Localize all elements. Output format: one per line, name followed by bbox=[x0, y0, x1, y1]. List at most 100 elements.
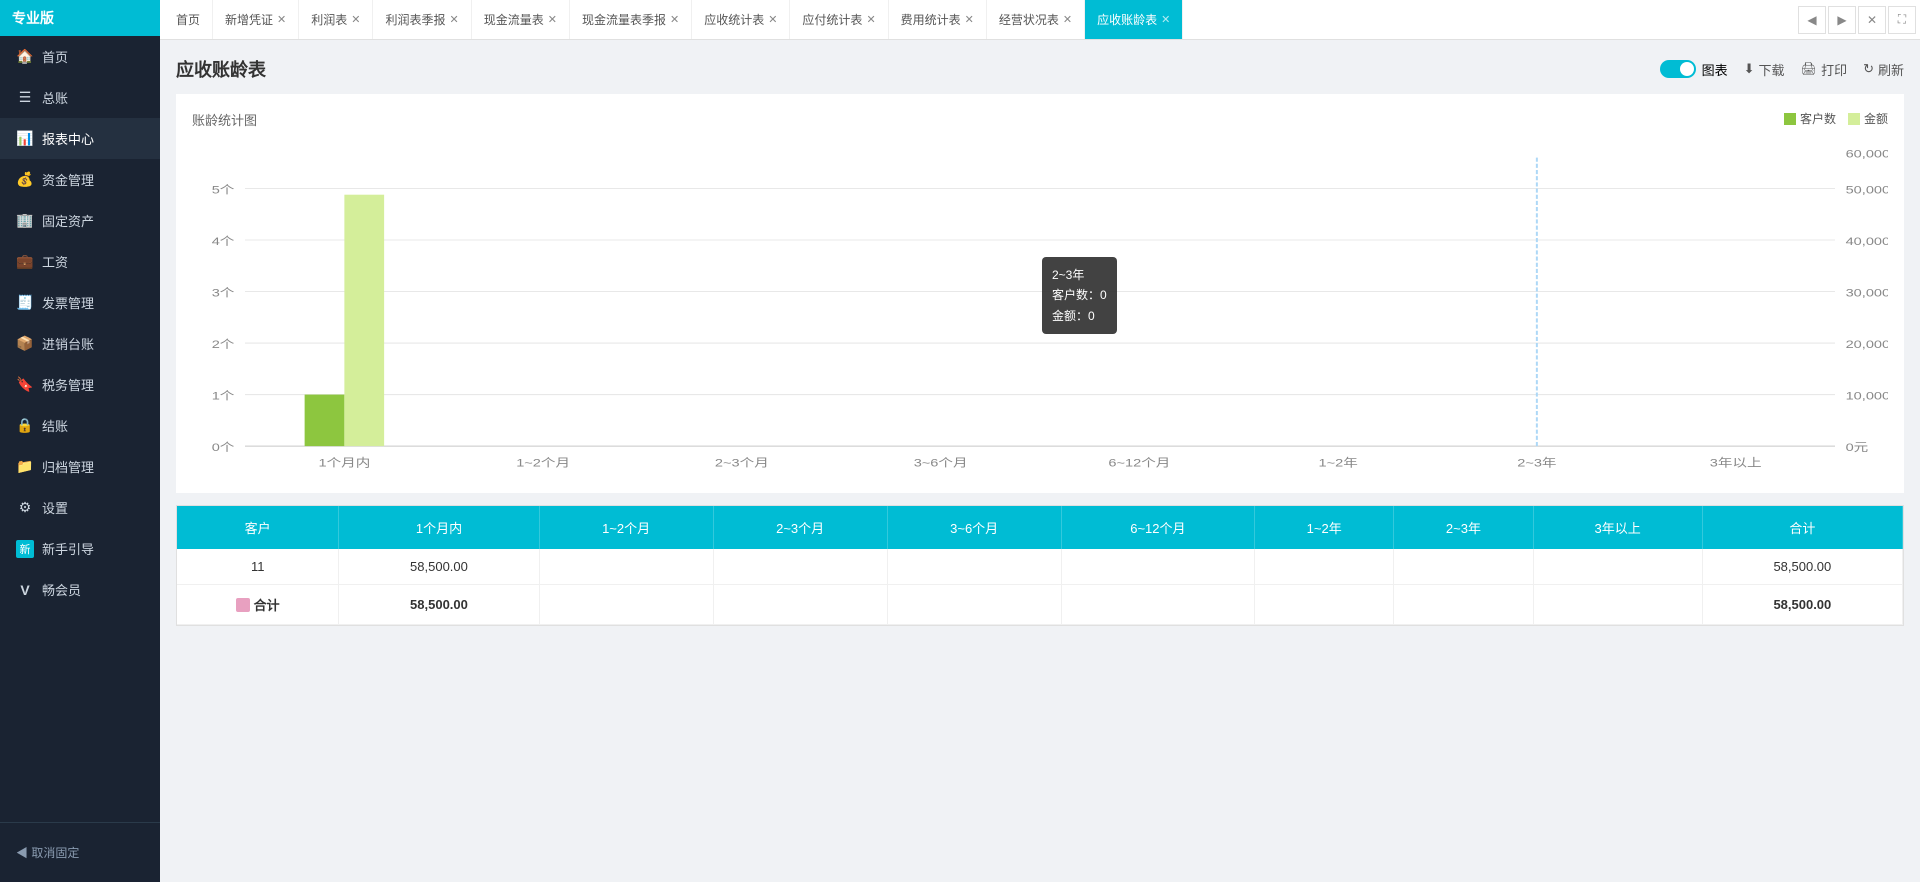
chart-toggle[interactable]: 图表 bbox=[1660, 60, 1728, 79]
sidebar-item-guide[interactable]: 新 新手引导 bbox=[0, 528, 160, 569]
svg-text:1个月内: 1个月内 bbox=[318, 456, 370, 469]
svg-text:5个: 5个 bbox=[212, 183, 235, 196]
svg-text:50,000.00元: 50,000.00元 bbox=[1846, 183, 1888, 196]
tab-aging-label: 应收账龄表 bbox=[1097, 11, 1157, 28]
sidebar-item-archive[interactable]: 📁 归档管理 bbox=[0, 446, 160, 487]
sidebar-item-assets[interactable]: 🏢 固定资产 bbox=[0, 200, 160, 241]
sidebar-item-tax[interactable]: 🔖 税务管理 bbox=[0, 364, 160, 405]
svg-text:2个: 2个 bbox=[212, 338, 235, 351]
tab-next-button[interactable]: ▶ bbox=[1828, 6, 1856, 34]
tab-close-button[interactable]: ✕ bbox=[1858, 6, 1886, 34]
tab-receivable-stats-close[interactable]: ✕ bbox=[768, 13, 777, 26]
tab-voucher-label: 新增凭证 bbox=[225, 11, 273, 28]
tab-receivable-stats[interactable]: 应收统计表 ✕ bbox=[692, 0, 790, 40]
tab-cashflow-quarterly-close[interactable]: ✕ bbox=[670, 13, 679, 26]
svg-text:40,000.00元: 40,000.00元 bbox=[1846, 235, 1888, 248]
tab-aging[interactable]: 应收账龄表 ✕ bbox=[1085, 0, 1183, 40]
reports-icon: 📊 bbox=[16, 130, 34, 147]
unpin-sidebar-button[interactable]: ◀ 取消固定 bbox=[0, 833, 160, 872]
tab-prev-button[interactable]: ◀ bbox=[1798, 6, 1826, 34]
cell-y3plus bbox=[1533, 549, 1702, 585]
tab-cashflow-label: 现金流量表 bbox=[484, 11, 544, 28]
sidebar-item-settings[interactable]: ⚙ 设置 bbox=[0, 487, 160, 528]
tab-business-status-close[interactable]: ✕ bbox=[1063, 13, 1072, 26]
svg-text:0个: 0个 bbox=[212, 441, 235, 454]
ledger-icon: ☰ bbox=[16, 89, 34, 106]
funds-icon: 💰 bbox=[16, 171, 34, 188]
tab-business-status-label: 经营状况表 bbox=[999, 11, 1059, 28]
tab-payable-stats[interactable]: 应付统计表 ✕ bbox=[790, 0, 888, 40]
page-title: 应收账龄表 bbox=[176, 56, 266, 82]
payroll-icon: 💼 bbox=[16, 253, 34, 270]
sidebar-item-close[interactable]: 🔒 结账 bbox=[0, 405, 160, 446]
sidebar-item-ledger[interactable]: ☰ 总账 bbox=[0, 77, 160, 118]
print-button[interactable]: 🖨 打印 bbox=[1801, 60, 1848, 79]
total-y1-2 bbox=[1255, 585, 1394, 625]
svg-text:3年以上: 3年以上 bbox=[1710, 456, 1762, 469]
total-m1: 58,500.00 bbox=[339, 585, 539, 625]
legend-amount: 金额 bbox=[1848, 110, 1888, 127]
cell-y2-3 bbox=[1394, 549, 1533, 585]
col-m1-2: 1~2个月 bbox=[539, 506, 713, 549]
content-area: 应收账龄表 图表 ⬇ 下载 🖨 打印 ↻ 刷新 bbox=[160, 40, 1920, 882]
tab-bar: 首页 新增凭证 ✕ 利润表 ✕ 利润表季报 ✕ 现金流量表 ✕ 现金流量表季报 … bbox=[160, 0, 1920, 40]
aging-table: 客户 1个月内 1~2个月 2~3个月 3~6个月 6~12个月 1~2年 2~… bbox=[177, 506, 1903, 625]
svg-text:2~3年: 2~3年 bbox=[1517, 456, 1556, 469]
col-y2-3: 2~3年 bbox=[1394, 506, 1533, 549]
svg-text:0元: 0元 bbox=[1846, 441, 1869, 454]
tab-cashflow-close[interactable]: ✕ bbox=[548, 13, 557, 26]
tab-profit-close[interactable]: ✕ bbox=[351, 13, 360, 26]
svg-text:1个: 1个 bbox=[212, 389, 235, 402]
download-button[interactable]: ⬇ 下载 bbox=[1744, 60, 1785, 79]
cell-m3-6 bbox=[887, 549, 1061, 585]
sidebar-label-tax: 税务管理 bbox=[42, 375, 94, 394]
sidebar-label-home: 首页 bbox=[42, 47, 68, 66]
sidebar-item-inventory[interactable]: 📦 进销台账 bbox=[0, 323, 160, 364]
total-m6-12 bbox=[1061, 585, 1254, 625]
legend-dot-customer bbox=[1784, 113, 1796, 125]
tab-voucher-close[interactable]: ✕ bbox=[277, 13, 286, 26]
toggle-track[interactable] bbox=[1660, 60, 1696, 78]
toggle-label: 图表 bbox=[1702, 60, 1728, 79]
svg-text:10,000.00元: 10,000.00元 bbox=[1846, 389, 1888, 402]
svg-text:20,000.00元: 20,000.00元 bbox=[1846, 338, 1888, 351]
sidebar-label-ledger: 总账 bbox=[42, 88, 68, 107]
col-customer: 客户 bbox=[177, 506, 339, 549]
tab-expense-stats-close[interactable]: ✕ bbox=[965, 13, 974, 26]
total-m2-3 bbox=[713, 585, 887, 625]
tab-expand-button[interactable]: ⛶ bbox=[1888, 6, 1916, 34]
tab-profit-quarterly-label: 利润表季报 bbox=[385, 11, 445, 28]
tab-profit[interactable]: 利润表 ✕ bbox=[299, 0, 373, 40]
sidebar-item-reports[interactable]: 📊 报表中心 bbox=[0, 118, 160, 159]
print-label: 打印 bbox=[1821, 60, 1847, 79]
chart-title: 账龄统计图 bbox=[192, 110, 1888, 129]
tab-profit-label: 利润表 bbox=[311, 11, 347, 28]
chart-svg: 0个 1个 2个 3个 4个 5个 0元 10,000.00元 20,000.0… bbox=[192, 137, 1888, 477]
cell-m1: 58,500.00 bbox=[339, 549, 539, 585]
tab-receivable-stats-label: 应收统计表 bbox=[704, 11, 764, 28]
tab-voucher[interactable]: 新增凭证 ✕ bbox=[213, 0, 299, 40]
page-actions: 图表 ⬇ 下载 🖨 打印 ↻ 刷新 bbox=[1660, 60, 1904, 79]
cell-customer: 11 bbox=[177, 549, 339, 585]
sidebar-item-invoices[interactable]: 🧾 发票管理 bbox=[0, 282, 160, 323]
col-m6-12: 6~12个月 bbox=[1061, 506, 1254, 549]
total-m3-6 bbox=[887, 585, 1061, 625]
sidebar-item-funds[interactable]: 💰 资金管理 bbox=[0, 159, 160, 200]
tab-payable-stats-close[interactable]: ✕ bbox=[866, 13, 875, 26]
sidebar-item-payroll[interactable]: 💼 工资 bbox=[0, 241, 160, 282]
print-icon: 🖨 bbox=[1801, 61, 1818, 77]
tab-expense-stats[interactable]: 费用统计表 ✕ bbox=[889, 0, 987, 40]
tab-profit-quarterly[interactable]: 利润表季报 ✕ bbox=[373, 0, 471, 40]
svg-text:3个: 3个 bbox=[212, 286, 235, 299]
total-icon bbox=[236, 598, 250, 612]
tab-business-status[interactable]: 经营状况表 ✕ bbox=[987, 0, 1085, 40]
tab-profit-quarterly-close[interactable]: ✕ bbox=[450, 13, 459, 26]
tab-cashflow-quarterly[interactable]: 现金流量表季报 ✕ bbox=[570, 0, 692, 40]
tab-cashflow[interactable]: 现金流量表 ✕ bbox=[472, 0, 570, 40]
sidebar-item-home[interactable]: 🏠 首页 bbox=[0, 36, 160, 77]
legend-label-amount: 金额 bbox=[1864, 110, 1888, 127]
tab-aging-close[interactable]: ✕ bbox=[1161, 13, 1170, 26]
refresh-button[interactable]: ↻ 刷新 bbox=[1863, 60, 1904, 79]
tab-home[interactable]: 首页 bbox=[164, 0, 213, 40]
sidebar-item-vip[interactable]: V 畅会员 bbox=[0, 569, 160, 610]
